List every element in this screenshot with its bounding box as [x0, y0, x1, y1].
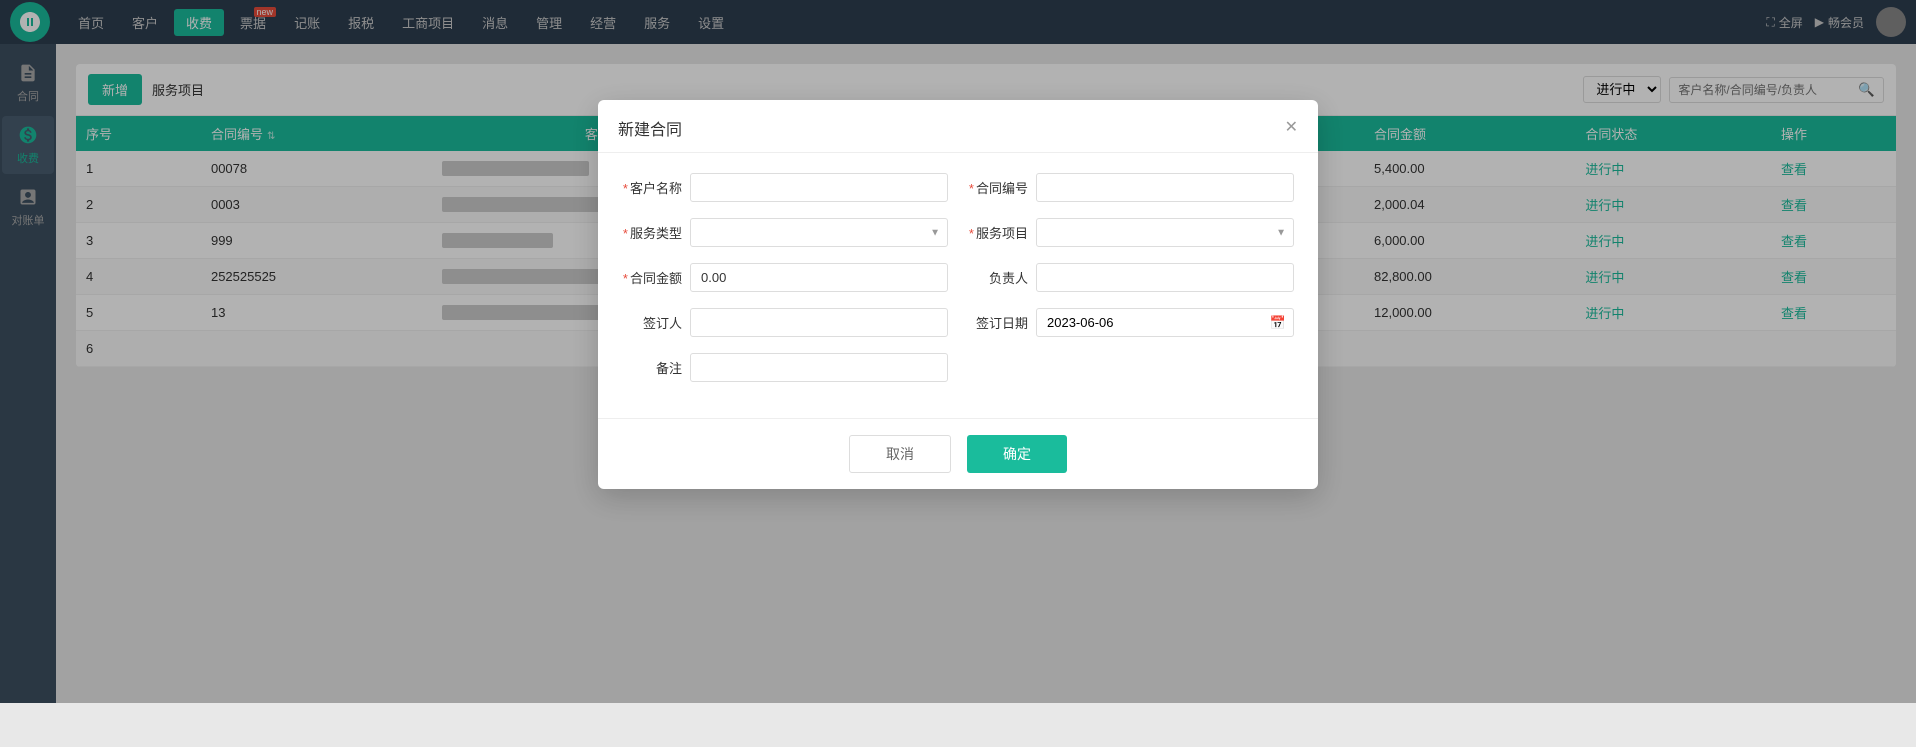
form-group-contract-no: *合同编号 [968, 173, 1294, 202]
contract-no-input[interactable] [1036, 173, 1294, 202]
form-group-responsible: 负责人 [968, 263, 1294, 292]
form-group-service-type: *服务类型 ▼ [622, 218, 948, 247]
form-row-1: *客户名称 *合同编号 [622, 173, 1294, 202]
calendar-icon[interactable]: 📅 [1270, 315, 1286, 331]
form-group-signer: 签订人 [622, 308, 948, 337]
form-group-remark: 备注 [622, 353, 948, 382]
remark-input[interactable] [690, 353, 948, 382]
service-type-label: *服务类型 [622, 223, 682, 242]
form-group-amount: *合同金额 [622, 263, 948, 292]
service-item-select-wrap: ▼ [1036, 218, 1294, 247]
form-row-5: 备注 [622, 353, 1294, 382]
required-star-3: * [623, 226, 628, 241]
contract-no-label: *合同编号 [968, 178, 1028, 197]
required-star: * [623, 181, 628, 196]
modal-body: *客户名称 *合同编号 *服务类型 [598, 153, 1318, 418]
service-type-select-wrap: ▼ [690, 218, 948, 247]
signer-input[interactable] [690, 308, 948, 337]
form-row-4: 签订人 签订日期 📅 [622, 308, 1294, 337]
form-row-2: *服务类型 ▼ *服务项目 [622, 218, 1294, 247]
required-star-5: * [623, 271, 628, 286]
customer-name-label: *客户名称 [622, 178, 682, 197]
amount-input[interactable] [690, 263, 948, 292]
service-item-select[interactable] [1036, 218, 1294, 247]
modal-footer: 取消 确定 [598, 418, 1318, 489]
confirm-button[interactable]: 确定 [967, 435, 1067, 473]
remark-label: 备注 [622, 358, 682, 377]
responsible-label: 负责人 [968, 268, 1028, 287]
required-star-4: * [969, 226, 974, 241]
new-contract-modal: 新建合同 ✕ *客户名称 *合同编号 [598, 100, 1318, 489]
form-group-customer: *客户名称 [622, 173, 948, 202]
form-group-sign-date: 签订日期 📅 [968, 308, 1294, 337]
responsible-input[interactable] [1036, 263, 1294, 292]
modal-close-button[interactable]: ✕ [1285, 120, 1298, 136]
sign-date-wrap: 📅 [1036, 308, 1294, 337]
form-group-service-item: *服务项目 ▼ [968, 218, 1294, 247]
customer-name-input[interactable] [690, 173, 948, 202]
modal-title: 新建合同 [618, 116, 682, 140]
service-item-label: *服务项目 [968, 223, 1028, 242]
amount-label: *合同金额 [622, 268, 682, 287]
modal-header: 新建合同 ✕ [598, 100, 1318, 153]
required-star-2: * [969, 181, 974, 196]
service-type-select[interactable] [690, 218, 948, 247]
form-row-3: *合同金额 负责人 [622, 263, 1294, 292]
modal-overlay[interactable]: 新建合同 ✕ *客户名称 *合同编号 [0, 0, 1916, 703]
sign-date-input[interactable] [1036, 308, 1294, 337]
sign-date-label: 签订日期 [968, 313, 1028, 332]
signer-label: 签订人 [622, 313, 682, 332]
cancel-button[interactable]: 取消 [849, 435, 951, 473]
